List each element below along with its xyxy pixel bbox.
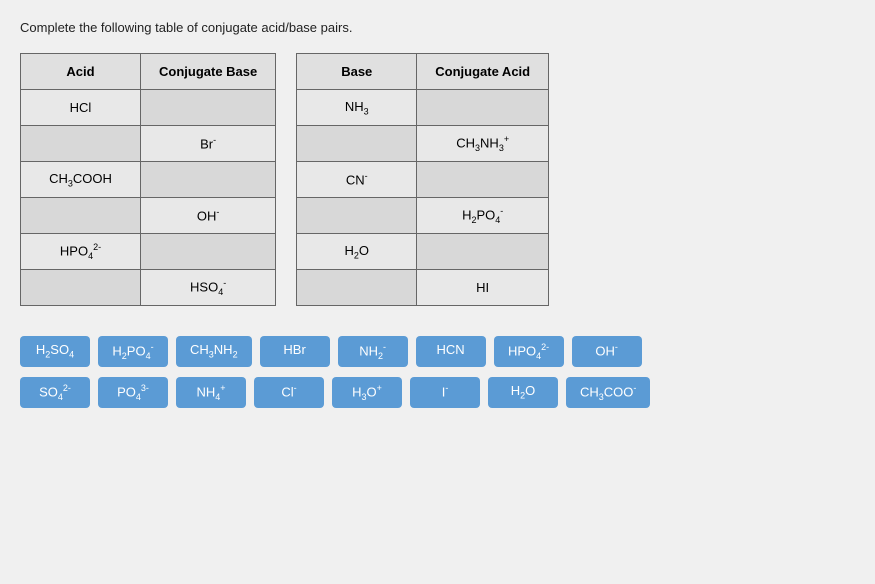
left-base-input-5[interactable] — [141, 234, 276, 270]
table-row: HCl — [21, 90, 276, 126]
table-row: H2PO4- — [297, 198, 549, 234]
tile-oh[interactable]: OH- — [572, 336, 642, 367]
left-table: Acid Conjugate Base HCl Br- CH3COOH OH- — [20, 53, 276, 306]
table-row: H2O — [297, 234, 549, 270]
table-row: CN- — [297, 162, 549, 198]
tile-ch3coo[interactable]: CH3COO- — [566, 377, 650, 408]
left-base-input-1[interactable] — [141, 90, 276, 126]
tile-so4[interactable]: SO42- — [20, 377, 90, 408]
right-base-3: CN- — [297, 162, 417, 198]
tile-ch3nh2[interactable]: CH3NH2 — [176, 336, 252, 367]
table-row: Br- — [21, 126, 276, 162]
left-base-6: HSO4- — [141, 270, 276, 306]
right-table: Base Conjugate Acid NH3 CH3NH3+ CN- H2PO… — [296, 53, 549, 306]
right-base-input-2[interactable] — [297, 126, 417, 162]
tile-nh4[interactable]: NH4+ — [176, 377, 246, 408]
left-acid-3: CH3COOH — [21, 162, 141, 198]
tile-nh2[interactable]: NH2- — [338, 336, 408, 367]
table-row: HSO4- — [21, 270, 276, 306]
table-row: OH- — [21, 198, 276, 234]
right-acid-6: HI — [417, 270, 549, 306]
right-base-1: NH3 — [297, 90, 417, 126]
table-row: CH3COOH — [21, 162, 276, 198]
left-acid-5: HPO42- — [21, 234, 141, 270]
tile-cl[interactable]: Cl- — [254, 377, 324, 408]
left-acid-input-2[interactable] — [21, 126, 141, 162]
answer-tiles: H2SO4 H2PO4- CH3NH2 HBr NH2- HCN HPO42- … — [20, 336, 855, 408]
right-acid-input-3[interactable] — [417, 162, 549, 198]
left-base-input-3[interactable] — [141, 162, 276, 198]
tile-h3o[interactable]: H3O+ — [332, 377, 402, 408]
left-header-conjugate-base: Conjugate Base — [141, 54, 276, 90]
instruction-text: Complete the following table of conjugat… — [20, 20, 855, 35]
right-acid-input-5[interactable] — [417, 234, 549, 270]
tile-h2po4[interactable]: H2PO4- — [98, 336, 168, 367]
left-header-acid: Acid — [21, 54, 141, 90]
tiles-row-2: SO42- PO43- NH4+ Cl- H3O+ I- H2O CH3COO- — [20, 377, 855, 408]
table-row: NH3 — [297, 90, 549, 126]
table-row: HPO42- — [21, 234, 276, 270]
tile-h2so4[interactable]: H2SO4 — [20, 336, 90, 367]
tile-hcn[interactable]: HCN — [416, 336, 486, 367]
tile-i[interactable]: I- — [410, 377, 480, 408]
right-base-input-6[interactable] — [297, 270, 417, 306]
right-acid-2: CH3NH3+ — [417, 126, 549, 162]
right-acid-4: H2PO4- — [417, 198, 549, 234]
table-row: HI — [297, 270, 549, 306]
left-base-4: OH- — [141, 198, 276, 234]
tile-hpo4[interactable]: HPO42- — [494, 336, 564, 367]
tile-hbr[interactable]: HBr — [260, 336, 330, 367]
tile-h2o[interactable]: H2O — [488, 377, 558, 408]
tile-po4[interactable]: PO43- — [98, 377, 168, 408]
right-base-input-4[interactable] — [297, 198, 417, 234]
left-acid-input-4[interactable] — [21, 198, 141, 234]
left-acid-input-6[interactable] — [21, 270, 141, 306]
tiles-row-1: H2SO4 H2PO4- CH3NH2 HBr NH2- HCN HPO42- … — [20, 336, 855, 367]
right-acid-input-1[interactable] — [417, 90, 549, 126]
right-base-5: H2O — [297, 234, 417, 270]
right-header-base: Base — [297, 54, 417, 90]
table-row: CH3NH3+ — [297, 126, 549, 162]
tables-container: Acid Conjugate Base HCl Br- CH3COOH OH- — [20, 53, 855, 306]
right-header-conjugate-acid: Conjugate Acid — [417, 54, 549, 90]
left-base-2: Br- — [141, 126, 276, 162]
left-acid-1: HCl — [21, 90, 141, 126]
